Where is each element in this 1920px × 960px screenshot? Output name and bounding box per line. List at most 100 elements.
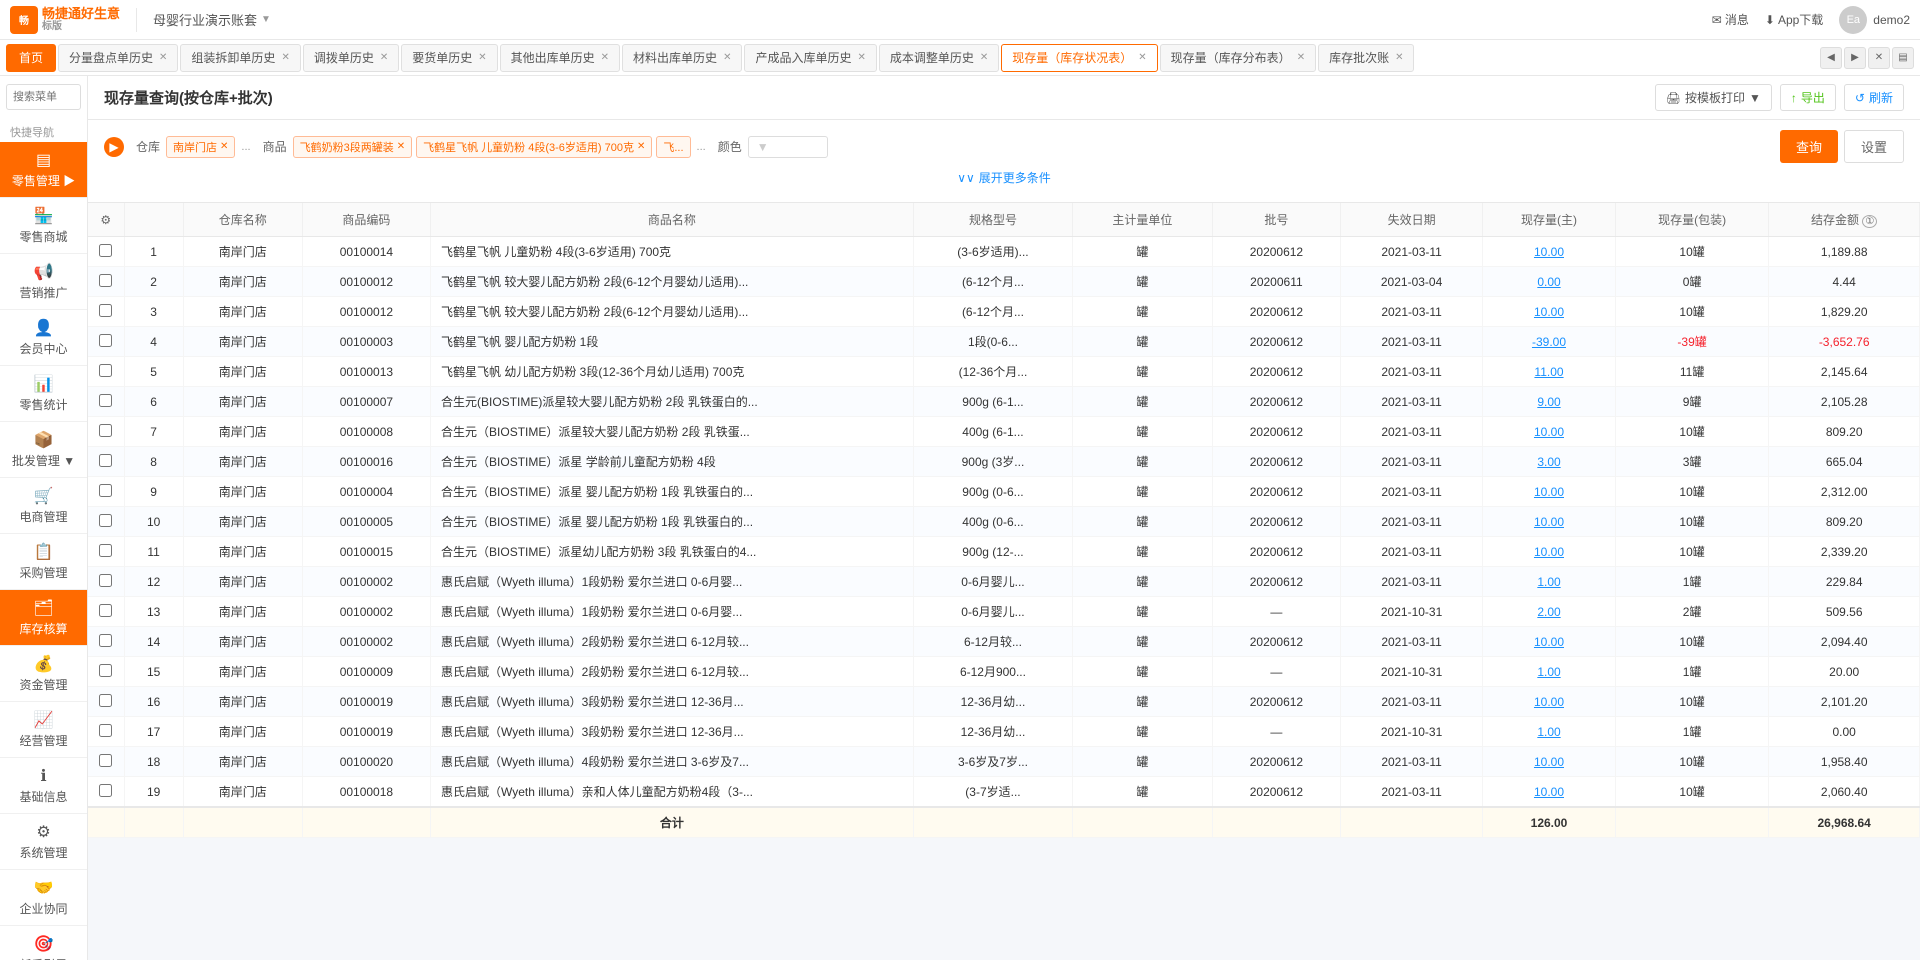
sidebar-item-finance[interactable]: 💰 资金管理 — [0, 646, 87, 702]
tab-menu-btn[interactable]: ▤ — [1892, 47, 1914, 69]
close-icon[interactable]: ✕ — [281, 52, 289, 63]
cell-stock-main[interactable]: 10.00 — [1483, 237, 1616, 267]
close-icon[interactable]: ✕ — [1395, 52, 1403, 63]
sidebar-item-system[interactable]: ⚙ 系统管理 — [0, 814, 87, 870]
industry-selector[interactable]: 母婴行业演示账套 ▼ — [153, 10, 271, 29]
tab-home[interactable]: 首页 — [6, 44, 56, 72]
cell-checkbox[interactable] — [88, 297, 124, 327]
tab-prev-btn[interactable]: ◀ — [1820, 47, 1842, 69]
tab-material[interactable]: 材料出库单历史 ✕ — [622, 44, 742, 72]
export-button[interactable]: ↑ 导出 — [1780, 84, 1836, 111]
th-stock-pkg[interactable]: 现存量(包装) — [1615, 203, 1768, 237]
cell-checkbox[interactable] — [88, 597, 124, 627]
sidebar-item-basic[interactable]: ℹ 基础信息 — [0, 758, 87, 814]
tab-product-in[interactable]: 产成品入库单历史 ✕ — [744, 44, 876, 72]
tab-stock-dist[interactable]: 现存量（库存分布表） ✕ — [1160, 44, 1316, 72]
cell-stock-main[interactable]: 10.00 — [1483, 777, 1616, 808]
th-expire[interactable]: 失效日期 — [1341, 203, 1483, 237]
sidebar-item-corp[interactable]: 🤝 企业协同 — [0, 870, 87, 926]
cell-stock-main[interactable]: -39.00 — [1483, 327, 1616, 357]
sidebar-item-retail[interactable]: ▤ 零售管理 ▶ — [0, 142, 87, 198]
tab-zuhe[interactable]: 组装拆卸单历史 ✕ — [180, 44, 300, 72]
product-tag-1-close[interactable]: ✕ — [637, 141, 645, 152]
th-stock-main[interactable]: 现存量(主) — [1483, 203, 1616, 237]
cell-checkbox[interactable] — [88, 777, 124, 808]
cell-stock-main[interactable]: 10.00 — [1483, 687, 1616, 717]
tab-cost-adj[interactable]: 成本调整单历史 ✕ — [879, 44, 999, 72]
cell-stock-main[interactable]: 10.00 — [1483, 477, 1616, 507]
sidebar-item-guide[interactable]: 🎯 新手引导 — [0, 926, 87, 960]
app-download-btn[interactable]: ⬇ App下载 — [1765, 11, 1823, 28]
cell-checkbox[interactable] — [88, 687, 124, 717]
cell-checkbox[interactable] — [88, 507, 124, 537]
cell-stock-main[interactable]: 1.00 — [1483, 717, 1616, 747]
cell-stock-main[interactable]: 0.00 — [1483, 267, 1616, 297]
sidebar-item-management[interactable]: 📈 经营管理 — [0, 702, 87, 758]
cell-checkbox[interactable] — [88, 747, 124, 777]
tab-batch[interactable]: 库存批次账 ✕ — [1318, 44, 1414, 72]
tab-close-btn[interactable]: ✕ — [1868, 47, 1890, 69]
cell-checkbox[interactable] — [88, 447, 124, 477]
search-input[interactable] — [6, 84, 81, 110]
tab-tiaopo[interactable]: 调拨单历史 ✕ — [303, 44, 399, 72]
close-icon[interactable]: ✕ — [1138, 52, 1146, 63]
close-icon[interactable]: ✕ — [723, 52, 731, 63]
sidebar-item-marketing[interactable]: 📢 营销推广 — [0, 254, 87, 310]
cell-stock-main[interactable]: 11.00 — [1483, 357, 1616, 387]
cell-stock-main[interactable]: 3.00 — [1483, 447, 1616, 477]
close-icon[interactable]: ✕ — [601, 52, 609, 63]
close-icon[interactable]: ✕ — [980, 52, 988, 63]
cell-checkbox[interactable] — [88, 537, 124, 567]
cell-checkbox[interactable] — [88, 657, 124, 687]
cell-stock-main[interactable]: 10.00 — [1483, 627, 1616, 657]
filter-expand-arrow[interactable]: ▶ — [104, 137, 124, 157]
th-spec[interactable]: 规格型号 — [913, 203, 1072, 237]
cell-stock-main[interactable]: 10.00 — [1483, 507, 1616, 537]
tab-yaohuo[interactable]: 要货单历史 ✕ — [401, 44, 497, 72]
th-setting[interactable]: ⚙ — [88, 203, 124, 237]
sidebar-item-wholesale[interactable]: 📦 批发管理 ▼ — [0, 422, 87, 478]
th-code[interactable]: 商品编码 — [302, 203, 430, 237]
refresh-button[interactable]: ↺ 刷新 — [1844, 84, 1904, 111]
cell-checkbox[interactable] — [88, 417, 124, 447]
cell-stock-main[interactable]: 1.00 — [1483, 657, 1616, 687]
cell-checkbox[interactable] — [88, 567, 124, 597]
th-batch[interactable]: 批号 — [1212, 203, 1340, 237]
cell-stock-main[interactable]: 9.00 — [1483, 387, 1616, 417]
close-icon[interactable]: ✕ — [857, 52, 865, 63]
cell-checkbox[interactable] — [88, 357, 124, 387]
cell-stock-main[interactable]: 2.00 — [1483, 597, 1616, 627]
sidebar-item-inventory[interactable]: 🗂 库存核算 — [0, 590, 87, 646]
sidebar-item-stats[interactable]: 📊 零售统计 — [0, 366, 87, 422]
cell-stock-main[interactable]: 10.00 — [1483, 297, 1616, 327]
close-icon[interactable]: ✕ — [159, 52, 167, 63]
cell-stock-main[interactable]: 10.00 — [1483, 417, 1616, 447]
user-area[interactable]: Ea demo2 — [1839, 6, 1910, 34]
th-warehouse[interactable]: 仓库名称 — [183, 203, 302, 237]
th-name[interactable]: 商品名称 — [431, 203, 914, 237]
warehouse-tag-close[interactable]: ✕ — [220, 141, 228, 152]
color-dropdown[interactable]: ▼ — [748, 136, 828, 158]
tab-stock-status[interactable]: 现存量（库存状况表） ✕ — [1001, 44, 1157, 72]
sidebar-item-member[interactable]: 👤 会员中心 — [0, 310, 87, 366]
cell-stock-main[interactable]: 1.00 — [1483, 567, 1616, 597]
tab-other-out[interactable]: 其他出库单历史 ✕ — [500, 44, 620, 72]
th-balance[interactable]: 结存金额 ① — [1769, 203, 1920, 237]
cell-checkbox[interactable] — [88, 327, 124, 357]
close-icon[interactable]: ✕ — [1297, 52, 1305, 63]
sidebar-item-purchase[interactable]: 📋 采购管理 — [0, 534, 87, 590]
cell-checkbox[interactable] — [88, 717, 124, 747]
message-btn[interactable]: ✉ 消息 — [1712, 11, 1749, 28]
sidebar-item-ecommerce[interactable]: 🛒 电商管理 — [0, 478, 87, 534]
tab-next-btn[interactable]: ▶ — [1844, 47, 1866, 69]
cell-checkbox[interactable] — [88, 477, 124, 507]
cell-checkbox[interactable] — [88, 387, 124, 417]
close-icon[interactable]: ✕ — [478, 52, 486, 63]
cell-checkbox[interactable] — [88, 237, 124, 267]
tab-fen-liang[interactable]: 分量盘点单历史 ✕ — [58, 44, 178, 72]
cell-checkbox[interactable] — [88, 267, 124, 297]
print-button[interactable]: 🖨 按模板打印 ▼ — [1655, 84, 1772, 111]
close-icon[interactable]: ✕ — [380, 52, 388, 63]
set-button[interactable]: 设置 — [1844, 130, 1904, 163]
sidebar-item-shop[interactable]: 🏪 零售商城 — [0, 198, 87, 254]
